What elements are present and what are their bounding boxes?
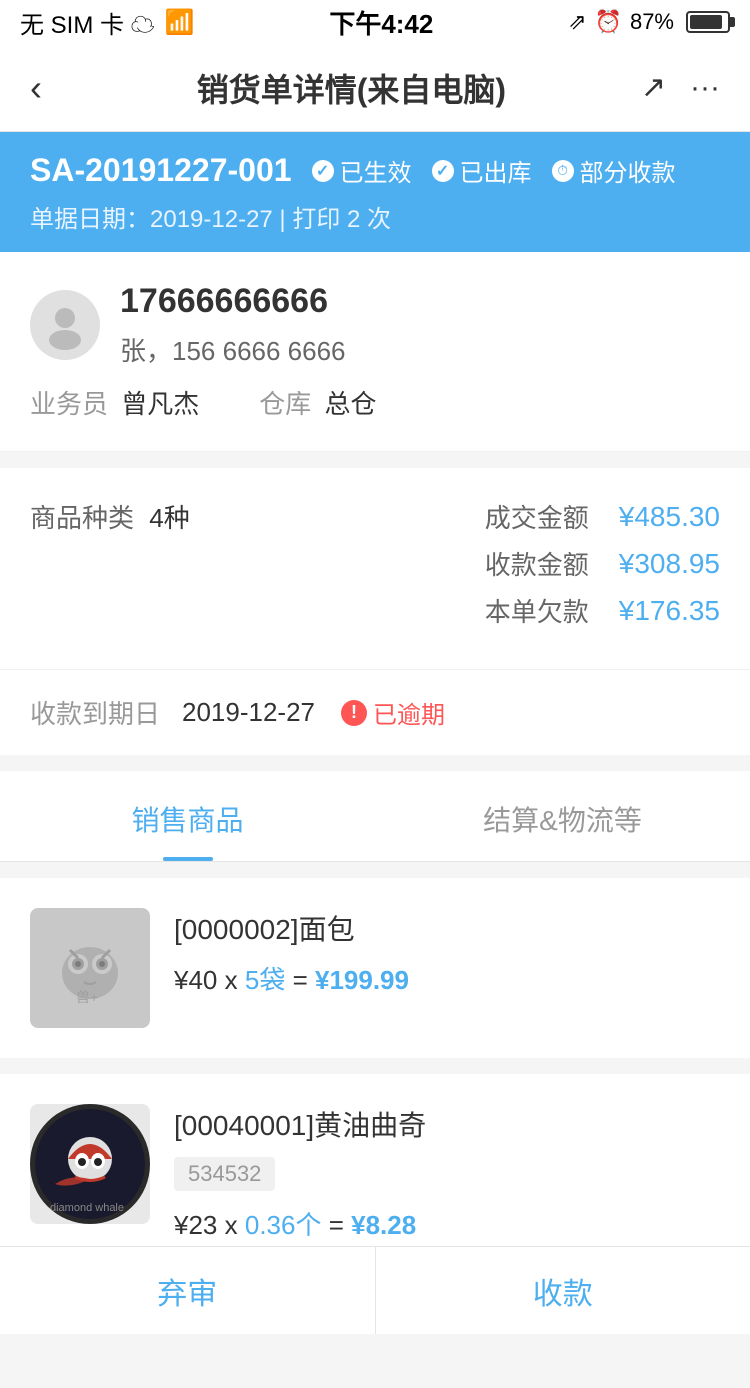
svg-text:diamond whale: diamond whale [50,1202,124,1214]
tab-sales-products[interactable]: 销售商品 [0,771,375,861]
product-price-2: ¥23 x 0.36个 = ¥8.28 [174,1205,720,1242]
price-qty-2: 0.36个 [245,1210,322,1240]
product-price-1: ¥40 x 5袋 = ¥199.99 [174,960,720,997]
partial-payment-badge: ⏱ 部分收款 [552,153,676,188]
sales-value: 曾凡杰 [121,389,199,419]
deal-label: 成交金额 [485,498,589,535]
warehouse-label: 仓库 [259,389,311,419]
category-count: 4种 [149,503,189,533]
overdue-badge: ! 已逾期 [341,695,445,730]
battery-percent: 87% [630,9,674,35]
shipped-badge: ✓ 已出库 [432,153,532,188]
wifi-icon: 📶 [165,8,195,37]
divider-1 [0,452,750,468]
order-number: SA-20191227-001 [30,152,292,189]
due-label: 收款到期日 [30,694,160,731]
bottom-bar: 弃审 收款 [0,1246,750,1334]
product-thumbnail-2: diamond whale [30,1104,150,1224]
page-title: 销货单详情(来自电脑) [62,65,641,111]
avatar [30,290,100,360]
location-icon: ⇗ [568,9,586,35]
status-time: 下午4:42 [329,4,433,41]
customer-name: 张，156 6666 6666 [120,331,346,368]
overdue-icon: ! [341,700,367,726]
warehouse-info: 仓库 总仓 [259,384,376,421]
product-thumbnail: 兽+ [30,908,150,1028]
price-base-2: ¥23 [174,1210,217,1240]
price-qty-1: 5袋 [245,965,285,995]
product-item: diamond whale [00040001]黄油曲奇 534532 ¥23 … [0,1074,750,1272]
cancel-review-button[interactable]: 弃审 [0,1247,376,1334]
status-bar: 无 SIM 卡 ☁ 📶 下午4:42 ⇗ ⏰ 87% [0,0,750,44]
amounts-section: 成交金额 ¥485.30 收款金额 ¥308.95 本单欠款 ¥176.35 [485,498,720,639]
status-left: 无 SIM 卡 ☁ 📶 [20,5,195,40]
product-name-2: [00040001]黄油曲奇 [174,1104,720,1144]
stats-section: 商品种类 4种 成交金额 ¥485.30 收款金额 ¥308.95 本单欠款 ¥… [0,468,750,669]
battery-icon [686,11,730,33]
receipt-amount: ¥308.95 [619,548,720,580]
receipt-label: 收款金额 [485,545,589,582]
nav-bar: ‹ 销货单详情(来自电脑) ↗ ··· [0,44,750,132]
product-name-1: [0000002]面包 [174,908,720,948]
product-tag-2: 534532 [174,1157,275,1191]
product-item: 兽+ [0000002]面包 ¥40 x 5袋 = ¥199.99 [0,878,750,1058]
effective-badge: ✓ 已生效 [312,153,412,188]
price-total-1: ¥199.99 [315,965,409,995]
customer-phone: 17666666666 [120,282,346,321]
price-total-2: ¥8.28 [351,1210,416,1240]
price-base-1: ¥40 [174,965,217,995]
product-image-2: diamond whale [30,1104,150,1224]
due-date-value: 2019-12-27 [182,697,315,728]
tab-settlement[interactable]: 结算&物流等 [375,771,750,861]
more-button[interactable]: ··· [690,71,720,105]
svg-text:兽+: 兽+ [76,989,98,1005]
share-button[interactable]: ↗ [641,70,666,105]
product-details: [0000002]面包 ¥40 x 5袋 = ¥199.99 [174,908,720,997]
nav-actions: ↗ ··· [641,70,720,105]
deal-amount: ¥485.30 [619,501,720,533]
back-button[interactable]: ‹ [30,67,42,109]
product-details-2: [00040001]黄油曲奇 534532 ¥23 x 0.36个 = ¥8.2… [174,1104,720,1242]
tabs: 销售商品 结算&物流等 [0,771,750,862]
sales-info: 业务员 曾凡杰 [30,384,199,421]
sim-status: 无 SIM 卡 ☁ [20,5,155,40]
debt-amount: ¥176.35 [619,595,720,627]
category-label: 商品种类 [30,503,134,533]
overdue-text: 已逾期 [373,695,445,730]
debt-label: 本单欠款 [485,592,589,629]
status-right: ⇗ ⏰ 87% [568,9,730,35]
sales-label: 业务员 [30,389,108,419]
payment-button[interactable]: 收款 [376,1247,750,1334]
alarm-icon: ⏰ [595,9,622,35]
order-sub-info: 单据日期：2019-12-27 | 打印 2 次 [30,199,720,234]
due-date-section: 收款到期日 2019-12-27 ! 已逾期 [0,669,750,771]
customer-section: 17666666666 张，156 6666 6666 业务员 曾凡杰 仓库 总… [0,252,750,452]
warehouse-value: 总仓 [325,389,377,419]
order-header-banner: SA-20191227-001 ✓ 已生效 ✓ 已出库 ⏱ 部分收款 单据日期：… [0,132,750,252]
